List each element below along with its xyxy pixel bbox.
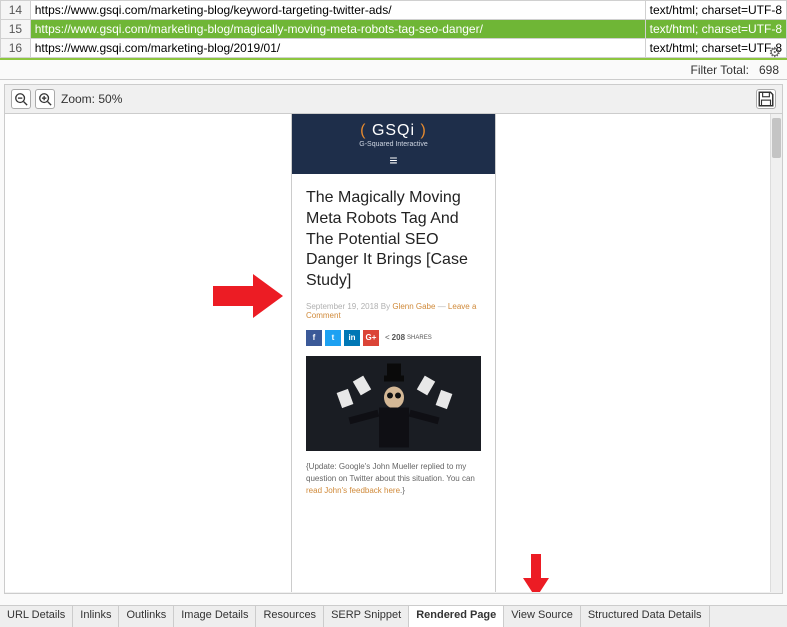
article-update-note: {Update: Google's John Mueller replied t… (306, 461, 481, 497)
share-googleplus-button[interactable]: G+ (363, 330, 379, 346)
zoom-out-icon (14, 92, 28, 106)
tab-view-source[interactable]: View Source (504, 606, 581, 627)
preview-panel: Zoom: 50% ( GSQi ) G-Squared Interactive… (4, 84, 783, 594)
filter-value: 698 (759, 63, 779, 77)
filter-label: Filter Total: (691, 63, 749, 77)
save-icon (757, 90, 775, 108)
article-title: The Magically Moving Meta Robots Tag And… (306, 188, 481, 292)
tab-structured-data-details[interactable]: Structured Data Details (581, 606, 710, 627)
url-cell[interactable]: https://www.gsqi.com/marketing-blog/keyw… (30, 1, 645, 20)
article-date: September 19, 2018 (306, 302, 379, 311)
content-type-cell: text/html; charset=UTF-8 (645, 39, 786, 58)
tab-resources[interactable]: Resources (256, 606, 324, 627)
content-type-cell: text/html; charset=UTF-8 (645, 20, 786, 39)
row-number: 16 (1, 39, 31, 58)
tab-inlinks[interactable]: Inlinks (73, 606, 119, 627)
site-logo: ( GSQi ) (292, 122, 495, 140)
row-number: 15 (1, 20, 31, 39)
mobile-preview: ( GSQi ) G-Squared Interactive ≡ The Mag… (291, 114, 496, 592)
preview-toolbar: Zoom: 50% (5, 85, 782, 114)
article-meta: September 19, 2018 By Glenn Gabe — Leave… (306, 302, 481, 320)
zoom-out-button[interactable] (11, 89, 31, 109)
gear-icon[interactable]: ⚙ (768, 44, 781, 61)
scrollbar-thumb[interactable] (772, 118, 781, 158)
preview-header: ( GSQi ) G-Squared Interactive ≡ (292, 114, 495, 174)
zoom-in-icon (38, 92, 52, 106)
save-button[interactable] (756, 89, 776, 109)
share-facebook-button[interactable]: f (306, 330, 322, 346)
content-type-cell: text/html; charset=UTF-8 (645, 1, 786, 20)
tab-image-details[interactable]: Image Details (174, 606, 256, 627)
vertical-scrollbar[interactable] (770, 114, 782, 592)
preview-body: The Magically Moving Meta Robots Tag And… (292, 174, 495, 505)
table-row[interactable]: 15 https://www.gsqi.com/marketing-blog/m… (1, 20, 787, 39)
update-link[interactable]: read John's feedback here (306, 486, 400, 495)
menu-icon[interactable]: ≡ (292, 152, 495, 168)
tab-serp-snippet[interactable]: SERP Snippet (324, 606, 409, 627)
tab-outlinks[interactable]: Outlinks (119, 606, 174, 627)
url-cell[interactable]: https://www.gsqi.com/marketing-blog/magi… (30, 20, 645, 39)
zoom-in-button[interactable] (35, 89, 55, 109)
share-bar: f t in G+ < 208SHARES (306, 330, 481, 346)
share-twitter-button[interactable]: t (325, 330, 341, 346)
table-row[interactable]: 16 https://www.gsqi.com/marketing-blog/2… (1, 39, 787, 58)
share-linkedin-button[interactable]: in (344, 330, 360, 346)
arrow-down-annotation (523, 554, 549, 592)
share-count: < 208SHARES (385, 333, 432, 342)
row-number: 14 (1, 1, 31, 20)
tab-rendered-page[interactable]: Rendered Page (409, 606, 504, 627)
url-cell[interactable]: https://www.gsqi.com/marketing-blog/2019… (30, 39, 645, 58)
site-subtitle: G-Squared Interactive (292, 141, 495, 148)
table-row[interactable]: 14 https://www.gsqi.com/marketing-blog/k… (1, 1, 787, 20)
article-author[interactable]: Glenn Gabe (392, 302, 435, 311)
arrow-right-annotation (213, 274, 283, 318)
filter-bar: ⚙ Filter Total: 698 (0, 58, 787, 80)
bottom-tab-bar: URL Details Inlinks Outlinks Image Detai… (0, 605, 787, 627)
url-table: 14 https://www.gsqi.com/marketing-blog/k… (0, 0, 787, 58)
tab-url-details[interactable]: URL Details (0, 606, 73, 627)
zoom-label: Zoom: 50% (61, 92, 122, 106)
render-area: ( GSQi ) G-Squared Interactive ≡ The Mag… (5, 114, 782, 592)
article-hero-image (306, 356, 481, 451)
